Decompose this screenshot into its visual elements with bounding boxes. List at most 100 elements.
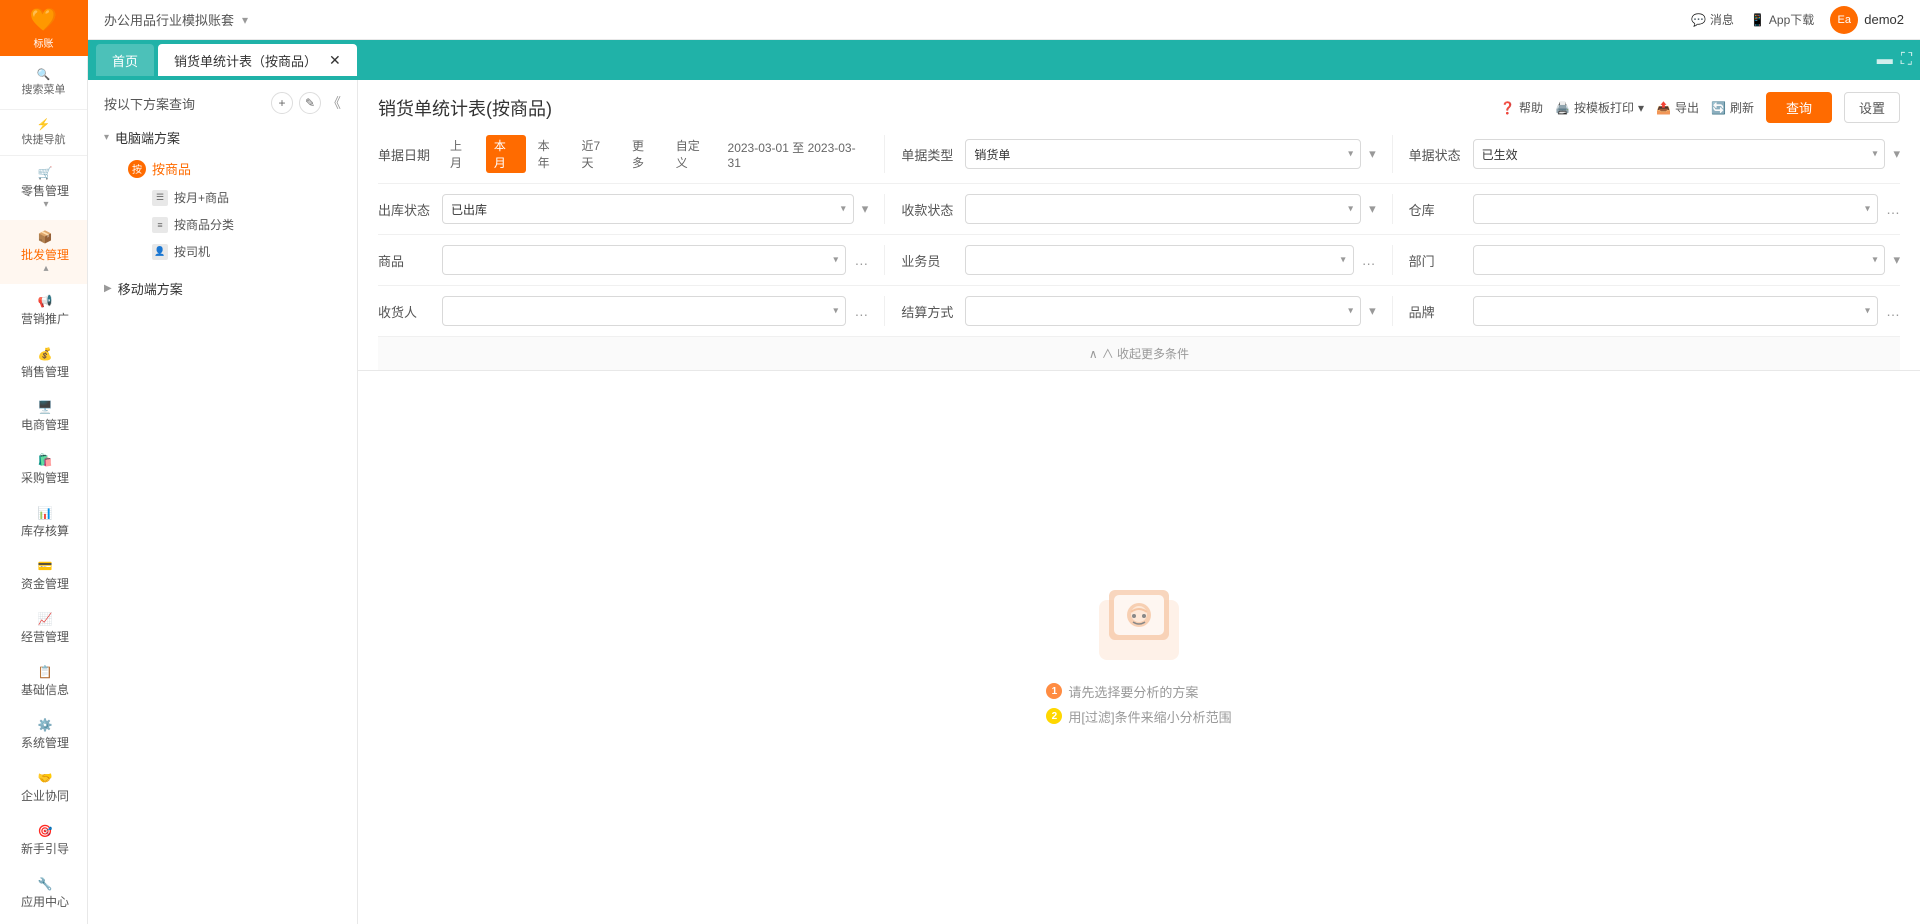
help-btn[interactable]: ❓ 帮助: [1500, 99, 1543, 116]
tab-minimize-icon[interactable]: ▬: [1877, 51, 1893, 69]
toggle-arrow-icon: ▾: [104, 132, 109, 143]
sidebar-item-inventory[interactable]: 📊 库存核算: [0, 496, 87, 549]
app-logo[interactable]: 🧡 标账: [0, 0, 88, 56]
collection-dropdown-icon[interactable]: ▾: [1369, 201, 1376, 217]
user-profile-btn[interactable]: Ea demo2: [1830, 6, 1904, 34]
salesperson-filter: 业务员 …: [885, 245, 1392, 275]
add-scheme-btn[interactable]: +: [271, 92, 293, 114]
filter-row-4: 收货人 … 结算方式 ▾: [378, 296, 1900, 336]
warehouse-input[interactable]: [1473, 194, 1878, 224]
sidebar-item-newbie[interactable]: 🎯 新手引导: [0, 814, 87, 867]
collapse-more-btn[interactable]: ∧ ∧ 收起更多条件: [378, 336, 1900, 370]
marketing-icon: 📢: [38, 294, 53, 308]
salesperson-dots-icon[interactable]: …: [1362, 252, 1376, 268]
workspace-dropdown-icon[interactable]: ▾: [242, 13, 248, 27]
collapse-panel-btn[interactable]: 《: [327, 93, 341, 113]
sidebar-item-operation[interactable]: 📈 经营管理: [0, 602, 87, 655]
sidebar-menu: 🛒 零售管理 ▾ 📦 批发管理 ▴ 📢 营销推广 💰 销售管理 🖥️ 电商管理 …: [0, 156, 87, 924]
message-btn[interactable]: 💬 消息: [1691, 11, 1734, 28]
warehouse-out-input[interactable]: [442, 194, 854, 224]
sidebar-item-retail[interactable]: 🛒 零售管理 ▾: [0, 156, 87, 220]
hint-dot-1: 1: [1046, 683, 1062, 699]
scheme-panel: 按以下方案查询 + ✎ 《 ▾ 电脑端方案 按 按商品: [88, 80, 358, 924]
print-btn[interactable]: 🖨️ 按模板打印 ▾: [1555, 99, 1644, 116]
brand-filter: 品牌 …: [1393, 296, 1900, 326]
date-tab-more[interactable]: 更多: [624, 135, 664, 173]
tab-close-icon[interactable]: ✕: [329, 52, 341, 69]
sidebar-item-ecom[interactable]: 🖥️ 电商管理: [0, 390, 87, 443]
brand-select-wrapper: [1473, 296, 1878, 326]
app-download-btn[interactable]: 📱 App下载: [1750, 11, 1814, 28]
receiver-dots-icon[interactable]: …: [854, 303, 868, 319]
date-tab-last-month[interactable]: 上月: [442, 135, 482, 173]
settlement-select-wrapper: [965, 296, 1361, 326]
goods-input[interactable]: [442, 245, 846, 275]
quick-nav-section: ⚡ 快捷导航: [0, 110, 87, 156]
settings-btn[interactable]: 设置: [1844, 92, 1900, 123]
warehouse-dots-icon[interactable]: …: [1886, 201, 1900, 217]
purchase-icon: 🛍️: [38, 453, 53, 467]
brand-input[interactable]: [1473, 296, 1878, 326]
enterprise-icon: 🤝: [38, 771, 53, 785]
by-goods-icon: 按: [128, 160, 146, 178]
scheme-by-category[interactable]: ≡ 按商品分类: [120, 211, 349, 238]
sidebar-item-wholesale[interactable]: 📦 批发管理 ▴: [0, 220, 87, 284]
order-status-input[interactable]: [1473, 139, 1886, 169]
filter-row-3: 商品 … 业务员 …: [378, 245, 1900, 286]
scheme-by-month-goods[interactable]: ☰ 按月+商品: [120, 184, 349, 211]
department-dropdown-icon[interactable]: ▾: [1893, 252, 1900, 268]
order-type-dropdown-icon[interactable]: ▾: [1369, 146, 1376, 162]
sidebar-item-appcenter[interactable]: 🔧 应用中心: [0, 867, 87, 920]
page-toolbar: ❓ 帮助 🖨️ 按模板打印 ▾ 📤 导出 �: [1500, 92, 1900, 123]
edit-scheme-btn[interactable]: ✎: [299, 92, 321, 114]
date-tab-7days[interactable]: 近7天: [573, 135, 619, 173]
date-range-text: 2023-03-01 至 2023-03-31: [728, 139, 869, 170]
brand-dots-icon[interactable]: …: [1886, 303, 1900, 319]
tab-expand-icon[interactable]: ⛶: [1901, 51, 1912, 69]
order-type-input[interactable]: [965, 139, 1361, 169]
warehouse-out-dropdown-icon[interactable]: ▾: [862, 201, 869, 217]
quick-nav-btn[interactable]: ⚡ 快捷导航: [18, 114, 70, 151]
date-tab-custom[interactable]: 自定义: [668, 135, 720, 173]
date-tab-this-month[interactable]: 本月: [486, 135, 526, 173]
collection-input[interactable]: [965, 194, 1361, 224]
sidebar-item-enterprise[interactable]: 🤝 企业协同: [0, 761, 87, 814]
sidebar-item-sales[interactable]: 💰 销售管理: [0, 337, 87, 390]
sidebar-item-wechat[interactable]: 💬 企业微信: [0, 920, 87, 924]
receiver-input[interactable]: [442, 296, 846, 326]
sidebar-item-finance[interactable]: 💳 资金管理: [0, 549, 87, 602]
filter-row-1: 单据日期 上月 本月 本年 近7天 更多 自定义 2023-03-01 至 20…: [378, 135, 1900, 184]
date-tab-this-year[interactable]: 本年: [530, 135, 570, 173]
tab-sales-stat[interactable]: 销货单统计表（按商品） ✕: [158, 44, 357, 76]
by-goods-label: 按商品: [152, 159, 191, 178]
mobile-scheme-toggle[interactable]: ▶ 移动端方案: [96, 273, 349, 304]
pc-scheme-label: 电脑端方案: [115, 128, 180, 147]
settlement-dropdown-icon[interactable]: ▾: [1369, 303, 1376, 319]
salesperson-input[interactable]: [965, 245, 1353, 275]
goods-dots-icon[interactable]: …: [854, 252, 868, 268]
department-input[interactable]: [1473, 245, 1886, 275]
scheme-by-goods[interactable]: 按 按商品: [120, 153, 349, 184]
sidebar-item-basic[interactable]: 📋 基础信息: [0, 655, 87, 708]
by-month-goods-label: 按月+商品: [174, 189, 229, 206]
finance-icon: 💳: [38, 559, 53, 573]
refresh-btn[interactable]: 🔄 刷新: [1711, 99, 1754, 116]
hint-item-1: 1 请先选择要分析的方案: [1046, 682, 1231, 701]
pc-scheme-section: ▾ 电脑端方案 按 按商品 ☰ 按月+商品 ≡ 按商品分类: [88, 122, 357, 265]
empty-hints: 1 请先选择要分析的方案 2 用[过滤]条件来缩小分析范围: [1046, 682, 1231, 726]
search-menu-btn[interactable]: 🔍 搜索菜单: [18, 64, 70, 101]
scheme-by-driver[interactable]: 👤 按司机: [120, 238, 349, 265]
pc-scheme-toggle[interactable]: ▾ 电脑端方案: [96, 122, 349, 153]
empty-illustration: [1079, 570, 1199, 670]
tab-home[interactable]: 首页: [96, 44, 154, 76]
content-area: 按以下方案查询 + ✎ 《 ▾ 电脑端方案 按 按商品: [88, 80, 1920, 924]
settlement-input[interactable]: [965, 296, 1361, 326]
sidebar-item-marketing[interactable]: 📢 营销推广: [0, 284, 87, 337]
date-filter-item: 单据日期 上月 本月 本年 近7天 更多 自定义 2023-03-01 至 20…: [378, 135, 885, 173]
export-btn[interactable]: 📤 导出: [1656, 99, 1699, 116]
sidebar-item-system[interactable]: ⚙️ 系统管理: [0, 708, 87, 761]
sidebar-item-purchase[interactable]: 🛍️ 采购管理: [0, 443, 87, 496]
order-status-dropdown-icon[interactable]: ▾: [1893, 146, 1900, 162]
query-btn[interactable]: 查询: [1766, 92, 1832, 123]
export-icon: 📤: [1656, 101, 1671, 115]
